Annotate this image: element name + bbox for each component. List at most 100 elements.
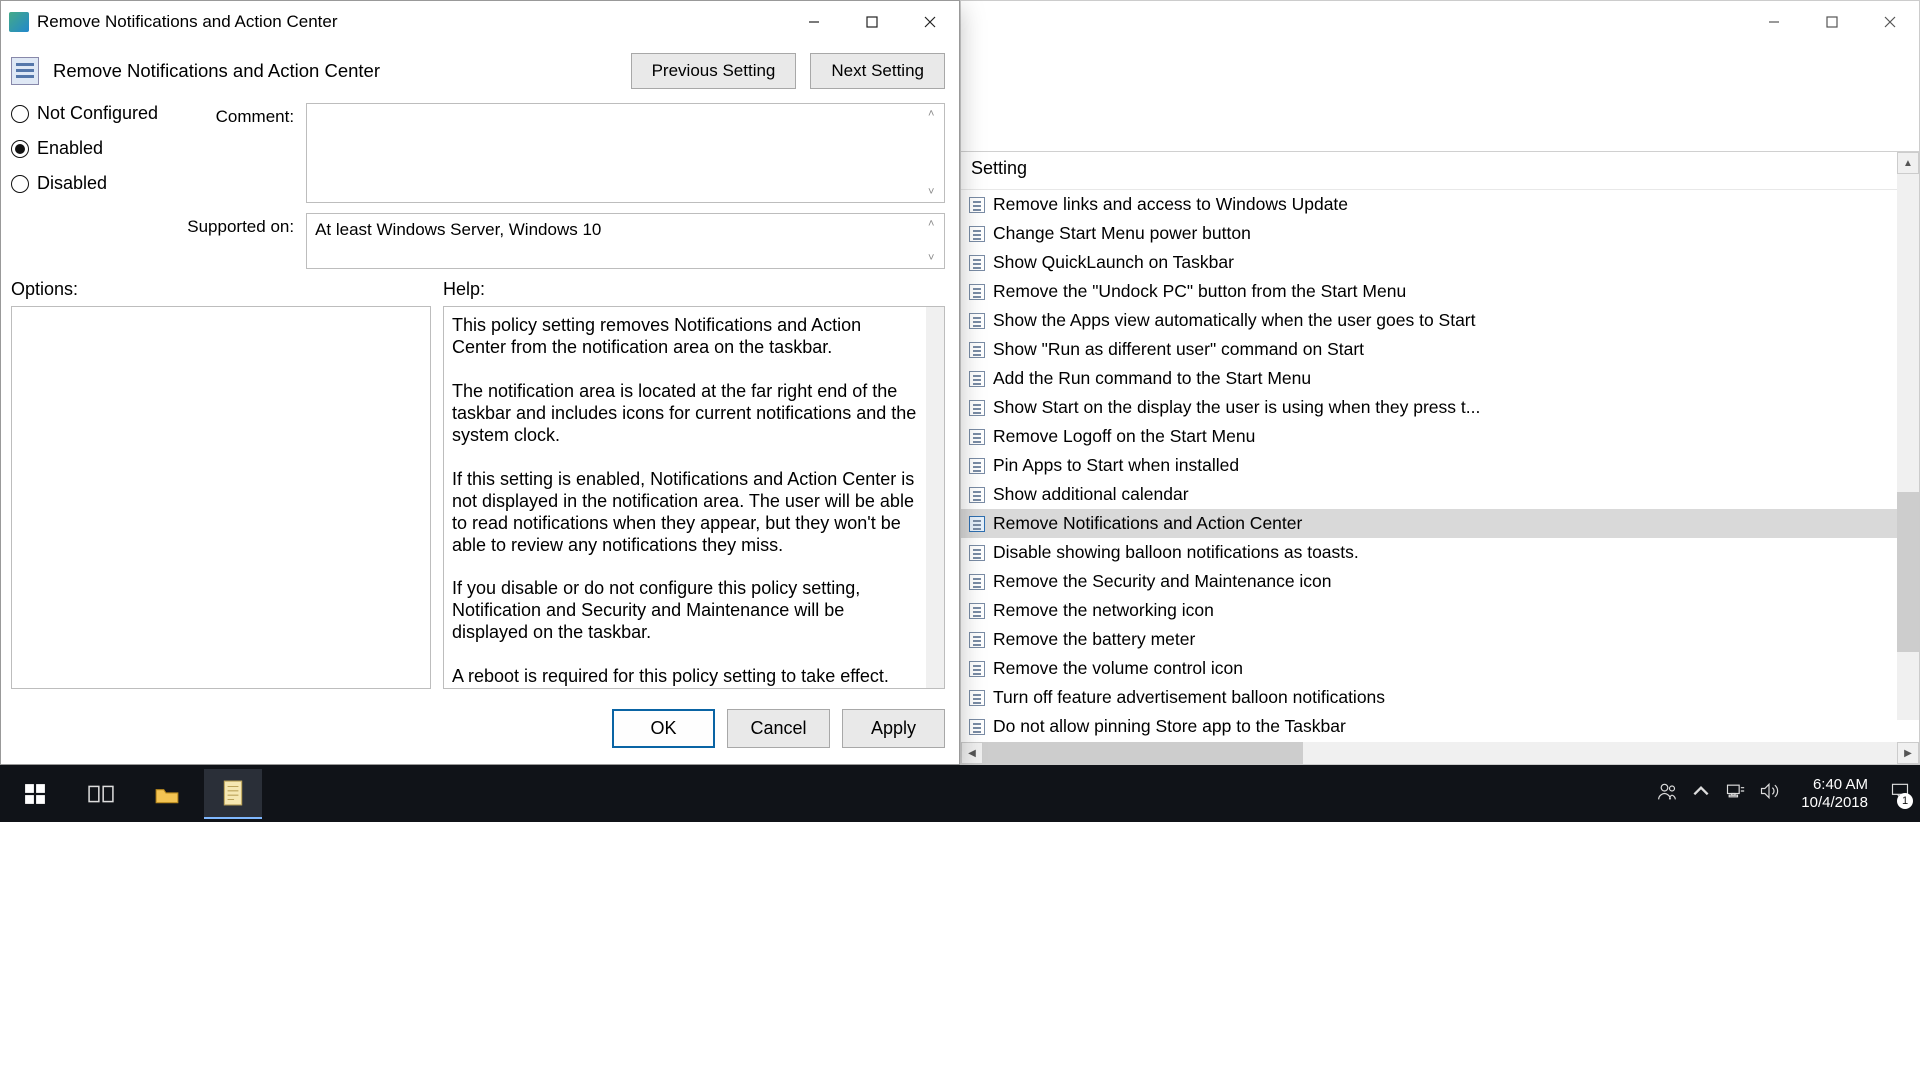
list-item[interactable]: Show Start on the display the user is us… [961,393,1919,422]
setting-icon [969,313,985,329]
back-minimize-button[interactable] [1745,1,1803,43]
close-button[interactable] [901,1,959,43]
taskbar-time: 6:40 AM [1801,776,1868,794]
chevron-up-icon: ˄ [928,108,942,120]
list-item[interactable]: Remove the Security and Maintenance icon [961,567,1919,596]
supported-on-textbox: At least Windows Server, Windows 10 ˄ ˅ [306,213,945,269]
list-item[interactable]: Remove the volume control icon [961,654,1919,683]
supported-value: At least Windows Server, Windows 10 [315,220,601,239]
list-item[interactable]: Remove the battery meter [961,625,1919,654]
list-item-label: Remove Logoff on the Start Menu [993,424,1255,449]
list-item-label: Remove Notifications and Action Center [993,511,1302,536]
help-scrollbar[interactable] [926,307,944,688]
radio-not-configured[interactable]: Not Configured [11,103,158,124]
setting-icon [969,690,985,706]
taskbar: 6:40 AM 10/4/2018 [0,765,1920,822]
list-item-label: Show Start on the display the user is us… [993,395,1480,420]
task-view-button[interactable] [72,769,130,819]
list-item[interactable]: Add the Run command to the Start Menu [961,364,1919,393]
setting-icon [969,255,985,271]
maximize-button[interactable] [843,1,901,43]
setting-icon [969,197,985,213]
back-maximize-button[interactable] [1803,1,1861,43]
list-item[interactable]: Pin Apps to Start when installed [961,451,1919,480]
list-item-label: Change Start Menu power button [993,221,1251,246]
back-close-button[interactable] [1861,1,1919,43]
chevron-down-icon: ˅ [928,252,942,264]
taskbar-clock[interactable]: 6:40 AM 10/4/2018 [1793,776,1876,812]
list-item[interactable]: Do not allow pinning Store app to the Ta… [961,712,1919,741]
radio-icon [11,175,29,193]
list-item[interactable]: Remove Logoff on the Start Menu [961,422,1919,451]
comment-textbox[interactable]: ˄ ˅ [306,103,945,203]
setting-icon [969,284,985,300]
list-item[interactable]: Show "Run as different user" command on … [961,335,1919,364]
scroll-left-icon[interactable]: ◀ [961,742,983,764]
gpedit-task-button[interactable] [204,769,262,819]
scroll-right-icon[interactable]: ▶ [1897,742,1919,764]
chevron-up-icon: ˄ [928,218,942,230]
list-item-label: Remove the volume control icon [993,656,1243,681]
setting-icon [969,429,985,445]
setting-icon [969,400,985,416]
radio-enabled[interactable]: Enabled [11,138,158,159]
radio-label: Enabled [37,138,103,159]
list-item[interactable]: Remove Notifications and Action Center [961,509,1919,538]
list-item-label: Turn off feature advertisement balloon n… [993,685,1385,710]
list-item[interactable]: Show additional calendar [961,480,1919,509]
scroll-up-icon[interactable]: ▲ [1897,152,1919,174]
action-center-button[interactable] [1890,781,1910,806]
network-icon[interactable] [1725,781,1745,806]
apply-button[interactable]: Apply [842,709,945,748]
list-item[interactable]: Disable showing balloon notifications as… [961,538,1919,567]
options-label: Options: [11,279,431,300]
list-item[interactable]: Remove the networking icon [961,596,1919,625]
minimize-button[interactable] [785,1,843,43]
help-text: This policy setting removes Notification… [443,306,945,689]
setting-icon [969,661,985,677]
setting-icon [969,574,985,590]
setting-icon [969,226,985,242]
radio-icon [11,140,29,158]
chevron-down-icon: ˅ [928,186,942,198]
radio-disabled[interactable]: Disabled [11,173,158,194]
next-setting-button[interactable]: Next Setting [810,53,945,89]
list-column-header[interactable]: Setting ▲ [961,152,1919,190]
list-item-label: Remove the Security and Maintenance icon [993,569,1332,594]
setting-icon [969,371,985,387]
setting-icon [969,603,985,619]
radio-label: Not Configured [37,103,158,124]
help-label: Help: [443,279,945,300]
list-item[interactable]: Change Start Menu power button [961,219,1919,248]
setting-icon [969,487,985,503]
list-item-label: Show "Run as different user" command on … [993,337,1364,362]
list-vertical-scrollbar[interactable]: ▲ [1897,152,1919,720]
file-explorer-button[interactable] [138,769,196,819]
setting-icon [969,545,985,561]
list-item-label: Disable showing balloon notifications as… [993,540,1359,565]
list-item-label: Remove links and access to Windows Updat… [993,192,1348,217]
tray-overflow-icon[interactable] [1691,781,1711,806]
people-icon[interactable] [1657,781,1677,806]
list-item[interactable]: Show QuickLaunch on Taskbar [961,248,1919,277]
list-item-label: Show the Apps view automatically when th… [993,308,1476,333]
list-horizontal-scrollbar[interactable]: ◀ ▶ [961,742,1919,764]
list-item-label: Show QuickLaunch on Taskbar [993,250,1234,275]
setting-icon [969,719,985,735]
setting-icon [969,632,985,648]
dialog-titlebar[interactable]: Remove Notifications and Action Center [1,1,959,43]
list-item[interactable]: Turn off feature advertisement balloon n… [961,683,1919,712]
dialog-title-icon [9,12,29,32]
cancel-button[interactable]: Cancel [727,709,830,748]
list-item[interactable]: Remove the "Undock PC" button from the S… [961,277,1919,306]
list-item-label: Add the Run command to the Start Menu [993,366,1311,391]
list-item[interactable]: Show the Apps view automatically when th… [961,306,1919,335]
volume-icon[interactable] [1759,781,1779,806]
list-item[interactable]: Remove links and access to Windows Updat… [961,190,1919,219]
setting-icon [969,342,985,358]
dialog-title: Remove Notifications and Action Center [37,12,785,32]
ok-button[interactable]: OK [612,709,715,748]
supported-label: Supported on: [174,213,294,269]
previous-setting-button[interactable]: Previous Setting [631,53,797,89]
start-button[interactable] [6,769,64,819]
